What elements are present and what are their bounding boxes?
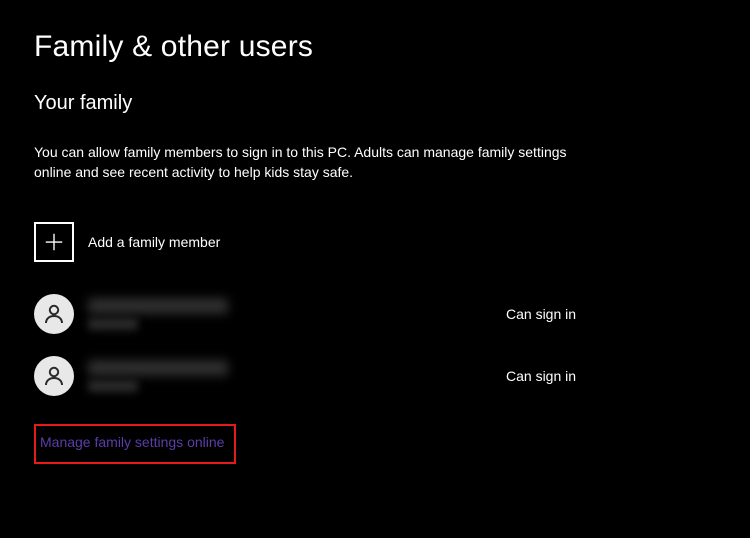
section-description: You can allow family members to sign in … [34, 143, 574, 182]
section-heading-your-family: Your family [34, 92, 716, 115]
family-member-row[interactable]: Can sign in [34, 292, 716, 336]
family-member-info [88, 298, 506, 330]
avatar [34, 356, 74, 396]
family-member-status: Can sign in [506, 306, 626, 322]
family-member-status: Can sign in [506, 368, 626, 384]
family-member-row[interactable]: Can sign in [34, 354, 716, 398]
family-member-info [88, 360, 506, 392]
family-member-sub [88, 318, 138, 330]
highlight-box: Manage family settings online [34, 424, 236, 464]
plus-icon [34, 222, 74, 262]
manage-family-settings-link[interactable]: Manage family settings online [40, 434, 224, 450]
page-title: Family & other users [34, 30, 716, 64]
avatar [34, 294, 74, 334]
family-member-sub [88, 380, 138, 392]
add-family-member-button[interactable]: Add a family member [34, 222, 716, 262]
add-family-member-label: Add a family member [88, 234, 220, 250]
family-member-name [88, 298, 228, 314]
family-member-name [88, 360, 228, 376]
